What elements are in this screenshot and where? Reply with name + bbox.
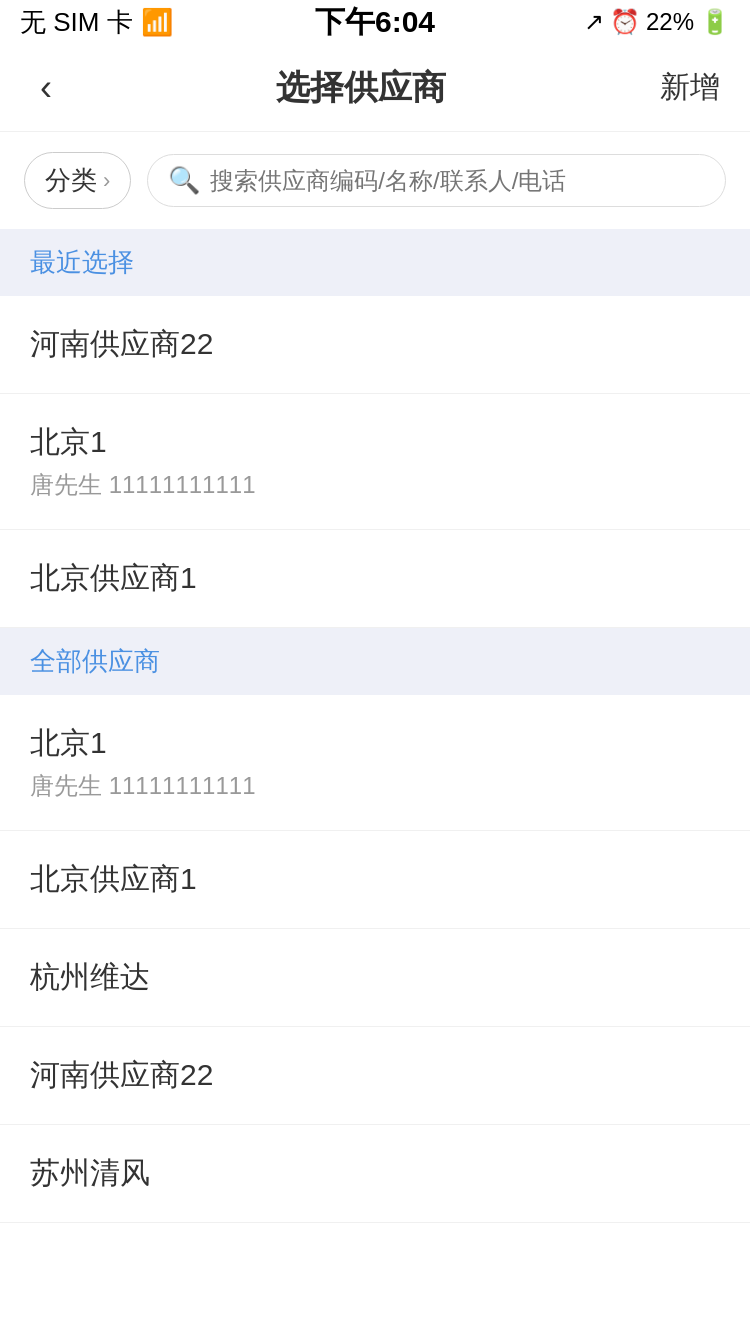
- list-item[interactable]: 河南供应商22: [0, 296, 750, 394]
- all-section-header: 全部供应商: [0, 628, 750, 695]
- list-item[interactable]: 北京1 唐先生 11111111111: [0, 394, 750, 530]
- wifi-icon: 📶: [141, 7, 173, 38]
- no-sim-text: 无 SIM 卡: [20, 5, 133, 40]
- list-item[interactable]: 杭州维达: [0, 929, 750, 1027]
- item-sub: 唐先生 11111111111: [30, 469, 720, 501]
- status-left: 无 SIM 卡 📶: [20, 5, 173, 40]
- item-name: 北京1: [30, 422, 720, 463]
- item-name: 河南供应商22: [30, 324, 720, 365]
- list-item[interactable]: 河南供应商22: [0, 1027, 750, 1125]
- item-name: 北京1: [30, 723, 720, 764]
- add-button[interactable]: 新增: [660, 67, 720, 108]
- alarm-icon: ⏰: [610, 8, 640, 36]
- status-bar: 无 SIM 卡 📶 下午6:04 ↗ ⏰ 22% 🔋: [0, 0, 750, 44]
- search-icon: 🔍: [168, 165, 200, 196]
- recent-section-header: 最近选择: [0, 229, 750, 296]
- item-name: 北京供应商1: [30, 558, 720, 599]
- item-name: 河南供应商22: [30, 1055, 720, 1096]
- filter-bar: 分类 › 🔍: [0, 132, 750, 229]
- battery-icon: 🔋: [700, 8, 730, 36]
- category-button[interactable]: 分类 ›: [24, 152, 131, 209]
- battery-text: 22%: [646, 8, 694, 36]
- status-right: ↗ ⏰ 22% 🔋: [584, 8, 730, 36]
- status-time: 下午6:04: [315, 2, 435, 43]
- list-item[interactable]: 苏州清风: [0, 1125, 750, 1223]
- recent-list: 河南供应商22 北京1 唐先生 11111111111 北京供应商1: [0, 296, 750, 628]
- list-item[interactable]: 北京供应商1: [0, 831, 750, 929]
- item-name: 苏州清风: [30, 1153, 720, 1194]
- page-title: 选择供应商: [276, 65, 446, 111]
- chevron-right-icon: ›: [103, 168, 110, 194]
- list-item[interactable]: 北京供应商1: [0, 530, 750, 628]
- location-icon: ↗: [584, 8, 604, 36]
- back-button[interactable]: ‹: [30, 57, 62, 119]
- all-list: 北京1 唐先生 11111111111 北京供应商1 杭州维达河南供应商22 苏州清风: [0, 695, 750, 1223]
- item-name: 杭州维达: [30, 957, 720, 998]
- search-input[interactable]: [210, 167, 705, 195]
- list-item[interactable]: 北京1 唐先生 11111111111: [0, 695, 750, 831]
- item-sub: 唐先生 11111111111: [30, 770, 720, 802]
- item-name: 北京供应商1: [30, 859, 720, 900]
- search-box[interactable]: 🔍: [147, 154, 726, 207]
- nav-bar: ‹ 选择供应商 新增: [0, 44, 750, 132]
- category-label: 分类: [45, 163, 97, 198]
